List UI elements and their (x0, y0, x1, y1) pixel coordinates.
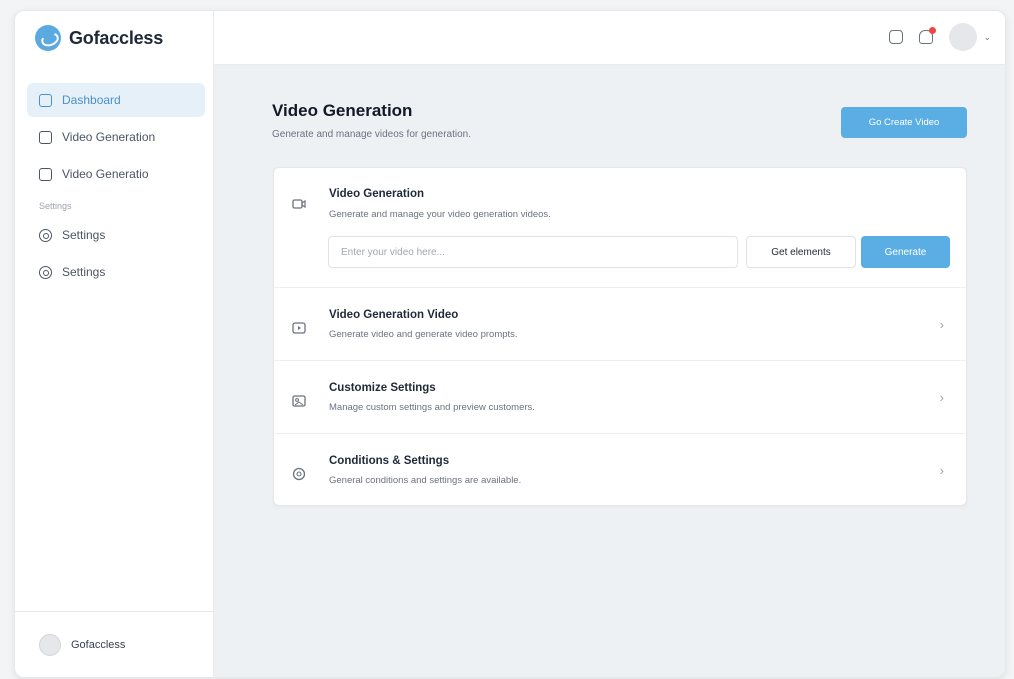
gear-icon (39, 265, 52, 279)
row-description: Generate and manage your video generatio… (329, 209, 551, 220)
film-icon (39, 167, 52, 181)
sidebar-nav: Dashboard Video Generation Video Generat… (27, 83, 205, 292)
row-customize-settings[interactable]: Customize Settings Manage custom setting… (274, 361, 966, 434)
sidebar-item-settings-2[interactable]: Settings (27, 255, 205, 289)
gear-icon (292, 467, 306, 481)
sidebar-item-dashboard[interactable]: Dashboard (27, 83, 205, 117)
chevron-right-icon[interactable]: › (940, 390, 944, 405)
row-title: Video Generation Video (329, 309, 459, 321)
row-title: Customize Settings (329, 382, 436, 394)
row-description: Generate video and generate video prompt… (329, 329, 518, 340)
sidebar-item-video-generatio[interactable]: Video Generatio (27, 157, 205, 191)
app-window: Gofaccless Dashboard Video Generation Vi… (14, 10, 1006, 678)
row-title: Video Generation (329, 188, 425, 200)
logo-icon (35, 25, 61, 51)
bell-icon[interactable] (919, 27, 937, 44)
footer-user-name: Gofaccless (71, 638, 126, 651)
page-header: Video Generation Generate and manage vid… (272, 101, 471, 140)
video-frame-icon (292, 321, 306, 334)
image-icon (292, 394, 306, 407)
chevron-down-icon[interactable]: ⌄ (983, 32, 991, 43)
user-avatar[interactable] (949, 23, 978, 51)
sidebar-item-video-generation[interactable]: Video Generation (27, 120, 205, 154)
home-icon (39, 93, 52, 107)
row-conditions-settings[interactable]: Conditions & Settings General conditions… (274, 434, 966, 507)
top-bar: ⌄ (214, 11, 1005, 65)
row-description: Manage custom settings and preview custo… (329, 402, 535, 413)
row-video-generation-video[interactable]: Video Generation Video Generate video an… (274, 288, 966, 361)
options-card: Video Generation Generate and manage you… (273, 167, 967, 506)
video-icon (39, 130, 52, 144)
notification-dot (929, 27, 937, 34)
sidebar-item-label: Video Generatio (62, 167, 149, 181)
chevron-right-icon[interactable]: › (940, 463, 944, 478)
sidebar-item-label: Settings (62, 265, 106, 279)
sidebar-item-label: Dashboard (62, 93, 121, 107)
row-description: General conditions and settings are avai… (329, 475, 522, 486)
row-title: Conditions & Settings (329, 455, 450, 467)
window-icon[interactable] (889, 30, 904, 44)
video-input[interactable] (328, 236, 738, 268)
row-video-generation: Video Generation Generate and manage you… (274, 168, 966, 288)
page-title: Video Generation (272, 101, 413, 120)
chevron-right-icon[interactable]: › (940, 317, 944, 332)
top-bar-actions: ⌄ (889, 23, 991, 51)
get-elements-button[interactable]: Get elements (746, 236, 856, 268)
brand[interactable]: Gofaccless (35, 25, 163, 51)
sidebar-item-label: Settings (62, 228, 106, 242)
gear-icon (39, 228, 52, 242)
page-subtitle: Generate and manage videos for generatio… (272, 129, 472, 140)
sidebar-item-settings[interactable]: Settings (27, 218, 205, 252)
sidebar-footer[interactable]: Gofaccless (15, 611, 214, 677)
brand-name: Gofaccless (69, 27, 164, 48)
sidebar-item-label: Video Generation (62, 130, 156, 144)
avatar (39, 633, 61, 656)
create-video-button[interactable]: Go Create Video (841, 107, 967, 138)
camera-icon (292, 197, 306, 209)
generate-button[interactable]: Generate (861, 236, 950, 268)
sidebar: Gofaccless Dashboard Video Generation Vi… (15, 11, 214, 677)
sidebar-section-label: Settings (39, 201, 72, 211)
